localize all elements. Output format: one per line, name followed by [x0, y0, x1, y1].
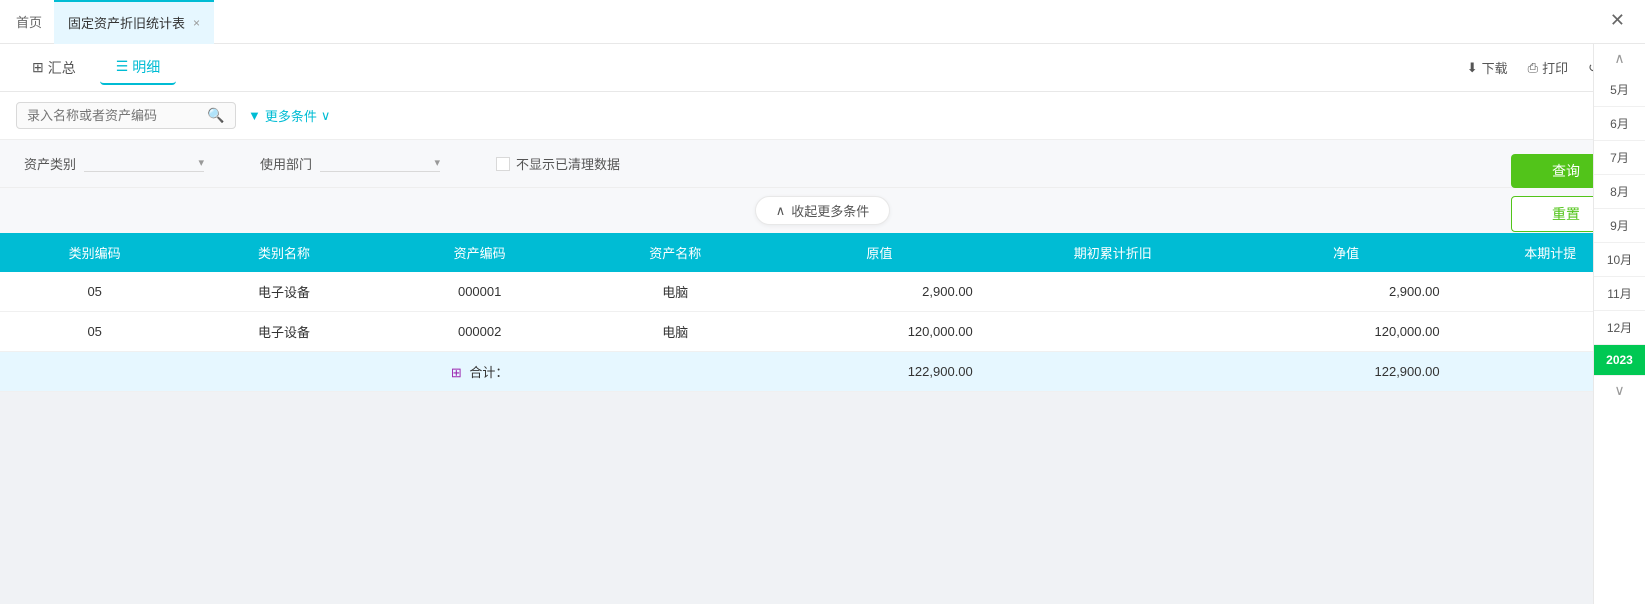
hide-cleared-filter: 不显示已清理数据 [496, 154, 620, 173]
asset-category-label: 资产类别 [24, 154, 76, 173]
filter-area: 资产类别 ▾ 使用部门 ▾ 不显示已清理数据 查询 重置 [0, 140, 1645, 188]
filter-row: 资产类别 ▾ 使用部门 ▾ 不显示已清理数据 [24, 154, 620, 173]
print-icon: ⎙ [1528, 60, 1538, 76]
more-conditions-label: 更多条件 [265, 106, 317, 125]
col-header-acc-depreciation: 期初累计折旧 [989, 233, 1237, 272]
table-row: 05 电子设备 000001 电脑 2,900.00 2,900.00 [0, 272, 1645, 312]
tab-label: 固定资产折旧统计表 [68, 13, 185, 32]
table-header-row: 类别编码 类别名称 资产编码 资产名称 原值 期初累计折旧 净值 本期计提 [0, 233, 1645, 272]
close-window-button[interactable]: ✕ [1610, 10, 1625, 31]
month-7[interactable]: 7月 [1594, 141, 1645, 175]
collapse-label: 收起更多条件 [791, 201, 869, 220]
department-label: 使用部门 [260, 154, 312, 173]
cell-code-1: 05 [0, 312, 189, 352]
col-header-code: 类别编码 [0, 233, 189, 272]
total-label: 合计： [469, 365, 508, 380]
col-header-asset-name: 资产名称 [581, 233, 770, 272]
col-header-asset-code: 资产编码 [379, 233, 581, 272]
col-header-original-value: 原值 [770, 233, 989, 272]
cell-asset-code-1: 000002 [379, 312, 581, 352]
cell-net-value-0: 2,900.00 [1237, 272, 1456, 312]
asset-category-arrow[interactable]: ▾ [198, 156, 204, 169]
month-up-button[interactable]: ∧ [1594, 44, 1645, 73]
month-8[interactable]: 8月 [1594, 175, 1645, 209]
search-input[interactable] [27, 108, 207, 123]
asset-category-filter: 资产类别 ▾ [24, 154, 204, 173]
cell-asset-code-0: 000001 [379, 272, 581, 312]
col-header-net-value: 净值 [1237, 233, 1456, 272]
filter-icon: ▼ [248, 108, 261, 123]
search-bar: 🔍 ▼ 更多条件 ∨ › 2023.01 [0, 92, 1645, 140]
month-11[interactable]: 11月 [1594, 277, 1645, 311]
search-input-wrap: 🔍 [16, 102, 236, 129]
total-empty-1 [0, 352, 189, 392]
department-arrow[interactable]: ▾ [435, 156, 441, 169]
cell-original-value-1: 120,000.00 [770, 312, 989, 352]
tab-detail-label: 明细 [132, 57, 160, 77]
data-table: 类别编码 类别名称 资产编码 资产名称 原值 期初累计折旧 净值 本期计提 05… [0, 233, 1645, 392]
department-value [320, 155, 434, 169]
month-down-button[interactable]: ∨ [1594, 376, 1645, 405]
month-9[interactable]: 9月 [1594, 209, 1645, 243]
month-12[interactable]: 12月 [1594, 311, 1645, 345]
cell-asset-name-0: 电脑 [581, 272, 770, 312]
total-empty-2 [189, 352, 378, 392]
total-original-value: 122,900.00 [770, 352, 989, 392]
department-filter: 使用部门 ▾ [260, 154, 440, 173]
hide-cleared-label: 不显示已清理数据 [516, 154, 620, 173]
collapse-icon: ∧ [776, 203, 786, 219]
hide-cleared-checkbox[interactable] [496, 157, 510, 171]
cell-original-value-0: 2,900.00 [770, 272, 989, 312]
total-acc-dep [989, 352, 1237, 392]
table-row: 05 电子设备 000002 电脑 120,000.00 120,000.00 [0, 312, 1645, 352]
top-nav: 首页 固定资产折旧统计表 × ✕ [0, 0, 1645, 44]
active-tab[interactable]: 固定资产折旧统计表 × [54, 0, 214, 44]
table-total-row: ⊞ 合计： 122,900.00 122,900.00 [0, 352, 1645, 392]
cell-category-1: 电子设备 [189, 312, 378, 352]
download-button[interactable]: ⬇ 下载 [1467, 58, 1508, 77]
year-label[interactable]: 2023 [1594, 345, 1645, 376]
month-panel: ∧ 5月 6月 7月 8月 9月 10月 11月 12月 2023 ∨ [1593, 44, 1645, 604]
month-5[interactable]: 5月 [1594, 73, 1645, 107]
cell-category-0: 电子设备 [189, 272, 378, 312]
cell-asset-name-1: 电脑 [581, 312, 770, 352]
cell-acc-dep-0 [989, 272, 1237, 312]
more-conditions-button[interactable]: ▼ 更多条件 ∨ [248, 106, 330, 125]
total-label-cell: ⊞ 合计： [379, 352, 581, 392]
detail-icon: ☰ [116, 58, 129, 75]
cell-net-value-1: 120,000.00 [1237, 312, 1456, 352]
asset-category-value [84, 155, 198, 169]
cell-acc-dep-1 [989, 312, 1237, 352]
download-icon: ⬇ [1467, 60, 1478, 76]
month-6[interactable]: 6月 [1594, 107, 1645, 141]
tab-summary[interactable]: ⊞ 汇总 [16, 52, 92, 84]
sub-tabs-bar: ⊞ 汇总 ☰ 明细 ⬇ 下载 ⎙ 打印 ↺ 刷新 [0, 44, 1645, 92]
search-icon[interactable]: 🔍 [207, 107, 224, 124]
col-header-category-name: 类别名称 [189, 233, 378, 272]
print-button[interactable]: ⎙ 打印 [1528, 58, 1568, 77]
total-net-value: 122,900.00 [1237, 352, 1456, 392]
cell-code-0: 05 [0, 272, 189, 312]
month-10[interactable]: 10月 [1594, 243, 1645, 277]
tab-summary-label: 汇总 [48, 58, 76, 78]
total-empty-3 [581, 352, 770, 392]
home-link[interactable]: 首页 [16, 12, 42, 31]
sub-tabs-left: ⊞ 汇总 ☰ 明细 [16, 51, 176, 85]
collapse-bar: ∧ 收起更多条件 [0, 188, 1645, 233]
close-tab-button[interactable]: × [193, 16, 200, 30]
tab-detail[interactable]: ☰ 明细 [100, 51, 177, 85]
summary-icon: ⊞ [32, 59, 44, 76]
download-label: 下载 [1482, 58, 1508, 77]
chevron-down-icon: ∨ [321, 108, 331, 124]
collapse-button[interactable]: ∧ 收起更多条件 [755, 196, 891, 225]
print-label: 打印 [1542, 58, 1568, 77]
total-icon: ⊞ [451, 365, 462, 380]
data-table-wrap: 类别编码 类别名称 资产编码 资产名称 原值 期初累计折旧 净值 本期计提 05… [0, 233, 1645, 392]
